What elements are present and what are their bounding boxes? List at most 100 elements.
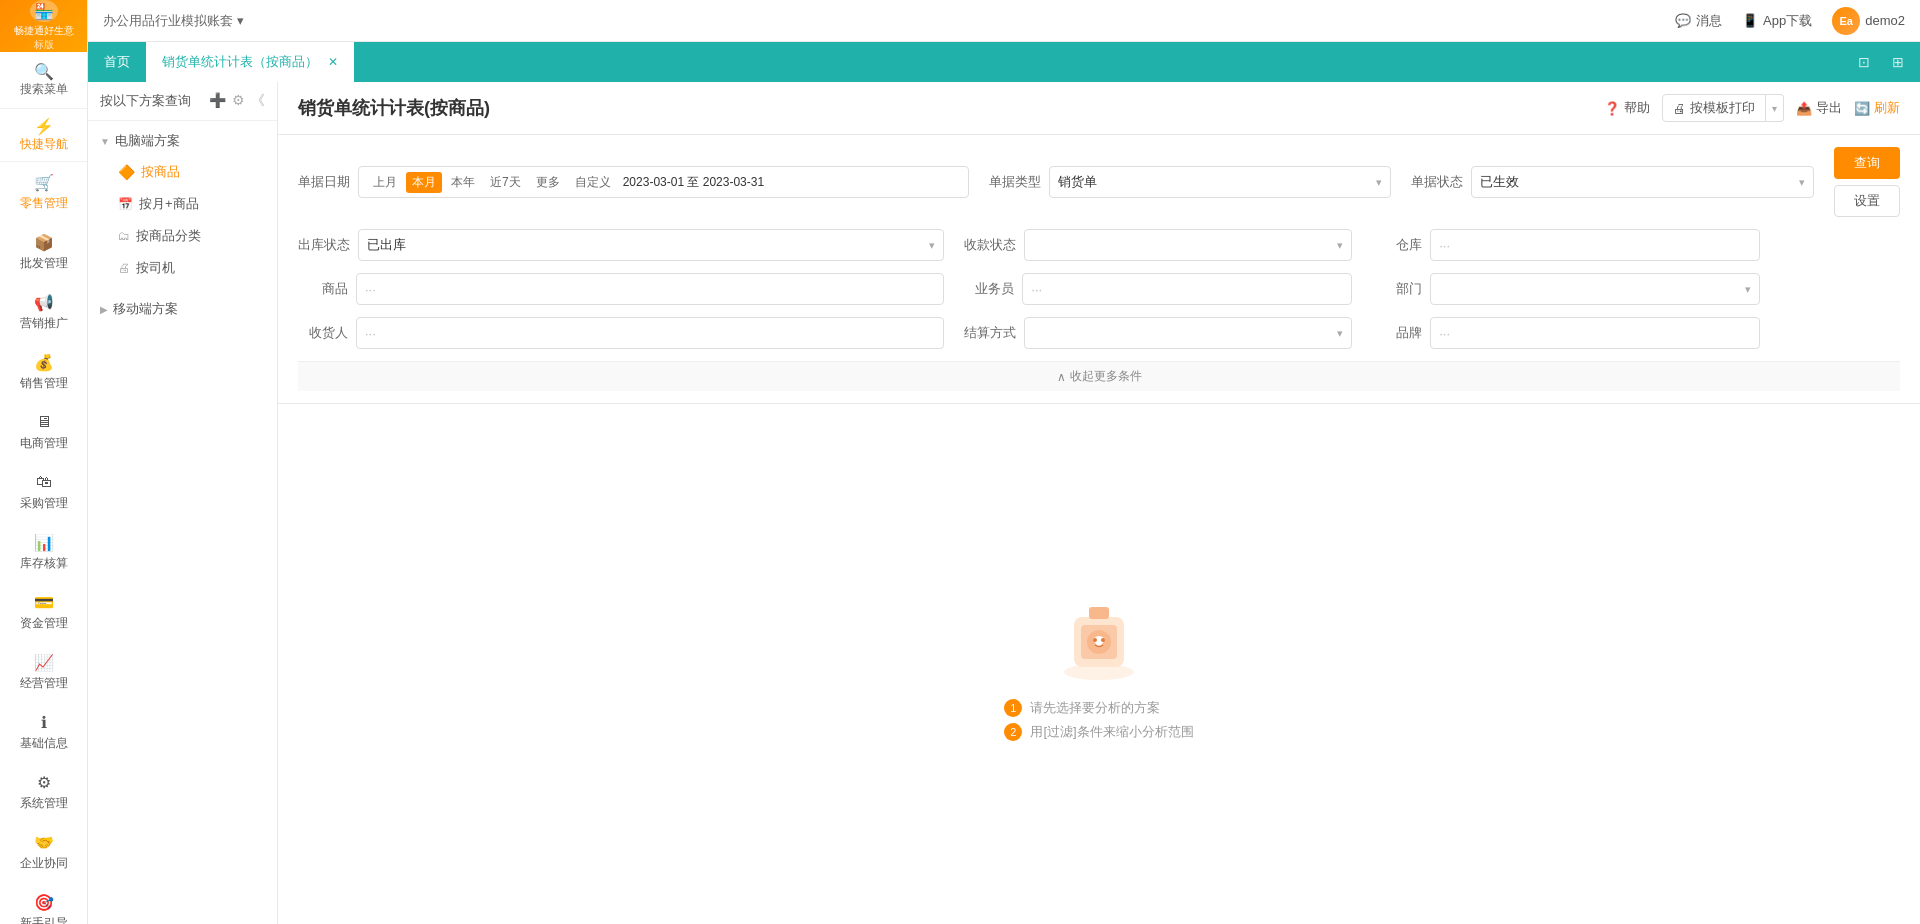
export-label: 导出 — [1816, 99, 1842, 117]
receiver-label: 收货人 — [298, 324, 348, 342]
export-btn[interactable]: 📤 导出 — [1796, 99, 1842, 117]
empty-state: 1 请先选择要分析的方案 2 用[过滤]条件来缩小分析范围 — [278, 404, 1920, 924]
empty-illustration — [1049, 587, 1149, 687]
app-download-btn[interactable]: 📱 App下载 — [1742, 12, 1812, 30]
doc-type-control[interactable]: 销货单 ▾ — [1049, 166, 1392, 198]
settlement-arrow-icon: ▾ — [1337, 327, 1343, 340]
product-label: 商品 — [298, 280, 348, 298]
basic-icon: ℹ — [34, 712, 54, 732]
sidebar-item-purchase-label: 采购管理 — [20, 495, 68, 512]
template-print-dropdown-btn[interactable]: ▾ — [1766, 94, 1784, 122]
edit-scheme-icon[interactable]: ⚙ — [232, 92, 245, 110]
collapse-bar[interactable]: ∧ 收起更多条件 — [298, 361, 1900, 391]
filter-item-by-cashier[interactable]: 🖨 按司机 — [88, 252, 277, 284]
staff-control[interactable]: ··· — [1022, 273, 1352, 305]
stock-status-arrow-icon: ▾ — [929, 239, 935, 252]
filter-item-by-product[interactable]: 🔶 按商品 — [88, 156, 277, 188]
sidebar-item-system[interactable]: ⚙ 系统管理 — [0, 762, 87, 822]
collapse-panel-icon[interactable]: 《 — [251, 92, 265, 110]
sidebar-item-basic[interactable]: ℹ 基础信息 — [0, 702, 87, 762]
settlement-control[interactable]: ▾ — [1024, 317, 1352, 349]
receiver-control[interactable]: ··· — [356, 317, 944, 349]
ecommerce-icon: 🖥 — [34, 412, 54, 432]
message-btn[interactable]: 💬 消息 — [1675, 12, 1722, 30]
brand-label: 品牌 — [1372, 324, 1422, 342]
finance-icon: 💳 — [34, 592, 54, 612]
by-product-icon: 🔶 — [118, 164, 135, 180]
sidebar-item-purchase[interactable]: 🛍 采购管理 — [0, 462, 87, 522]
stock-status-control[interactable]: 已出库 ▾ — [358, 229, 944, 261]
filter-panel-actions: ➕ ⚙ 《 — [209, 92, 265, 110]
filter-row-2: 出库状态 已出库 ▾ 收款状态 ▾ 仓库 — [298, 229, 1900, 261]
svg-rect-6 — [1089, 607, 1109, 619]
sidebar-item-inventory[interactable]: 📊 库存核算 — [0, 522, 87, 582]
sidebar-item-enterprise-label: 企业协同 — [20, 855, 68, 872]
query-button[interactable]: 查询 — [1834, 147, 1900, 179]
help-btn[interactable]: ❓ 帮助 — [1604, 99, 1650, 117]
tab-home[interactable]: 首页 — [88, 42, 146, 82]
date-tab-custom[interactable]: 自定义 — [569, 172, 617, 193]
refresh-icon: 🔄 — [1854, 101, 1870, 116]
sidebar-item-marketing-label: 营销推广 — [20, 315, 68, 332]
sidebar-item-marketing[interactable]: 📢 营销推广 — [0, 282, 87, 342]
staff-field: 业务员 ··· — [964, 273, 1352, 305]
sidebar-logo[interactable]: 🏪 畅捷通好生意 标版 — [0, 0, 88, 52]
add-scheme-icon[interactable]: ➕ — [209, 92, 226, 110]
warehouse-control[interactable]: ··· — [1430, 229, 1760, 261]
search-menu-item[interactable]: 🔍 搜索菜单 — [0, 52, 87, 109]
tab-minimize-btn[interactable]: ⊡ — [1852, 50, 1876, 74]
filter-group-mobile-title[interactable]: ▶ 移动端方案 — [88, 294, 277, 324]
doc-type-value: 销货单 — [1058, 173, 1097, 191]
newbie-icon: 🎯 — [34, 892, 54, 912]
user-profile-btn[interactable]: Ea demo2 — [1832, 7, 1905, 35]
filter-group-pc-title[interactable]: ▼ 电脑端方案 — [88, 126, 277, 156]
inventory-icon: 📊 — [34, 532, 54, 552]
date-tab-this-year[interactable]: 本年 — [445, 172, 481, 193]
stock-status-value: 已出库 — [367, 236, 406, 254]
sidebar-item-ecommerce[interactable]: 🖥 电商管理 — [0, 402, 87, 462]
sidebar-item-finance[interactable]: 💳 资金管理 — [0, 582, 87, 642]
sidebar-item-wholesale-label: 批发管理 — [20, 255, 68, 272]
sidebar-item-sales[interactable]: 💰 销售管理 — [0, 342, 87, 402]
operation-icon: 📈 — [34, 652, 54, 672]
marketing-icon: 📢 — [34, 292, 54, 312]
filter-row-4: 收货人 ··· 结算方式 ▾ 品牌 — [298, 317, 1900, 349]
warehouse-dots: ··· — [1439, 238, 1450, 253]
sales-icon: 💰 — [34, 352, 54, 372]
sidebar-item-operation[interactable]: 📈 经营管理 — [0, 642, 87, 702]
date-tab-last-month[interactable]: 上月 — [367, 172, 403, 193]
tab-sales-stats[interactable]: 销货单统计计表（按商品） ✕ — [146, 42, 354, 82]
sidebar-item-newbie[interactable]: 🎯 新手引导 — [0, 882, 87, 924]
tab-maximize-btn[interactable]: ⊞ — [1886, 50, 1910, 74]
staff-label: 业务员 — [964, 280, 1014, 298]
doc-status-control[interactable]: 已生效 ▾ — [1471, 166, 1814, 198]
dept-control[interactable]: ▾ — [1430, 273, 1760, 305]
tab-close-icon[interactable]: ✕ — [328, 55, 338, 69]
date-value: 2023-03-01 至 2023-03-31 — [623, 174, 764, 191]
empty-tip-2: 2 用[过滤]条件来缩小分析范围 — [1004, 723, 1193, 741]
by-product-category-icon: 🗂 — [118, 229, 130, 243]
brand-control[interactable]: ··· — [1430, 317, 1760, 349]
date-control[interactable]: 上月 本月 本年 近7天 更多 自定义 2023-03-01 至 2023-03… — [358, 166, 969, 198]
refresh-btn[interactable]: 🔄 刷新 — [1854, 99, 1900, 117]
template-print-btn[interactable]: 🖨 按模板打印 — [1662, 94, 1766, 122]
collect-status-control[interactable]: ▾ — [1024, 229, 1352, 261]
filter-item-by-product-category[interactable]: 🗂 按商品分类 — [88, 220, 277, 252]
avatar: Ea — [1832, 7, 1860, 35]
page-actions: ❓ 帮助 🖨 按模板打印 ▾ 📤 导出 — [1604, 94, 1900, 122]
set-button[interactable]: 设置 — [1834, 185, 1900, 217]
sidebar-item-enterprise[interactable]: 🤝 企业协同 — [0, 822, 87, 882]
date-tab-last-7[interactable]: 近7天 — [484, 172, 527, 193]
date-tab-this-month[interactable]: 本月 — [406, 172, 442, 193]
sidebar-item-retail[interactable]: 🛒 零售管理 — [0, 162, 87, 222]
product-control[interactable]: ··· — [356, 273, 944, 305]
tip-number-1: 1 — [1004, 699, 1022, 717]
sidebar-item-wholesale[interactable]: 📦 批发管理 — [0, 222, 87, 282]
sidebar: 🏪 畅捷通好生意 标版 🔍 搜索菜单 ⚡ 快捷导航 🛒 零售管理 📦 批发管理 … — [0, 0, 88, 924]
quick-nav-item[interactable]: ⚡ 快捷导航 — [0, 109, 87, 162]
date-tab-more[interactable]: 更多 — [530, 172, 566, 193]
enterprise-icon: 🤝 — [34, 832, 54, 852]
filter-item-by-month-product[interactable]: 📅 按月+商品 — [88, 188, 277, 220]
empty-text: 1 请先选择要分析的方案 2 用[过滤]条件来缩小分析范围 — [1004, 699, 1193, 741]
account-dropdown[interactable]: 办公用品行业模拟账套 ▾ — [103, 12, 244, 30]
